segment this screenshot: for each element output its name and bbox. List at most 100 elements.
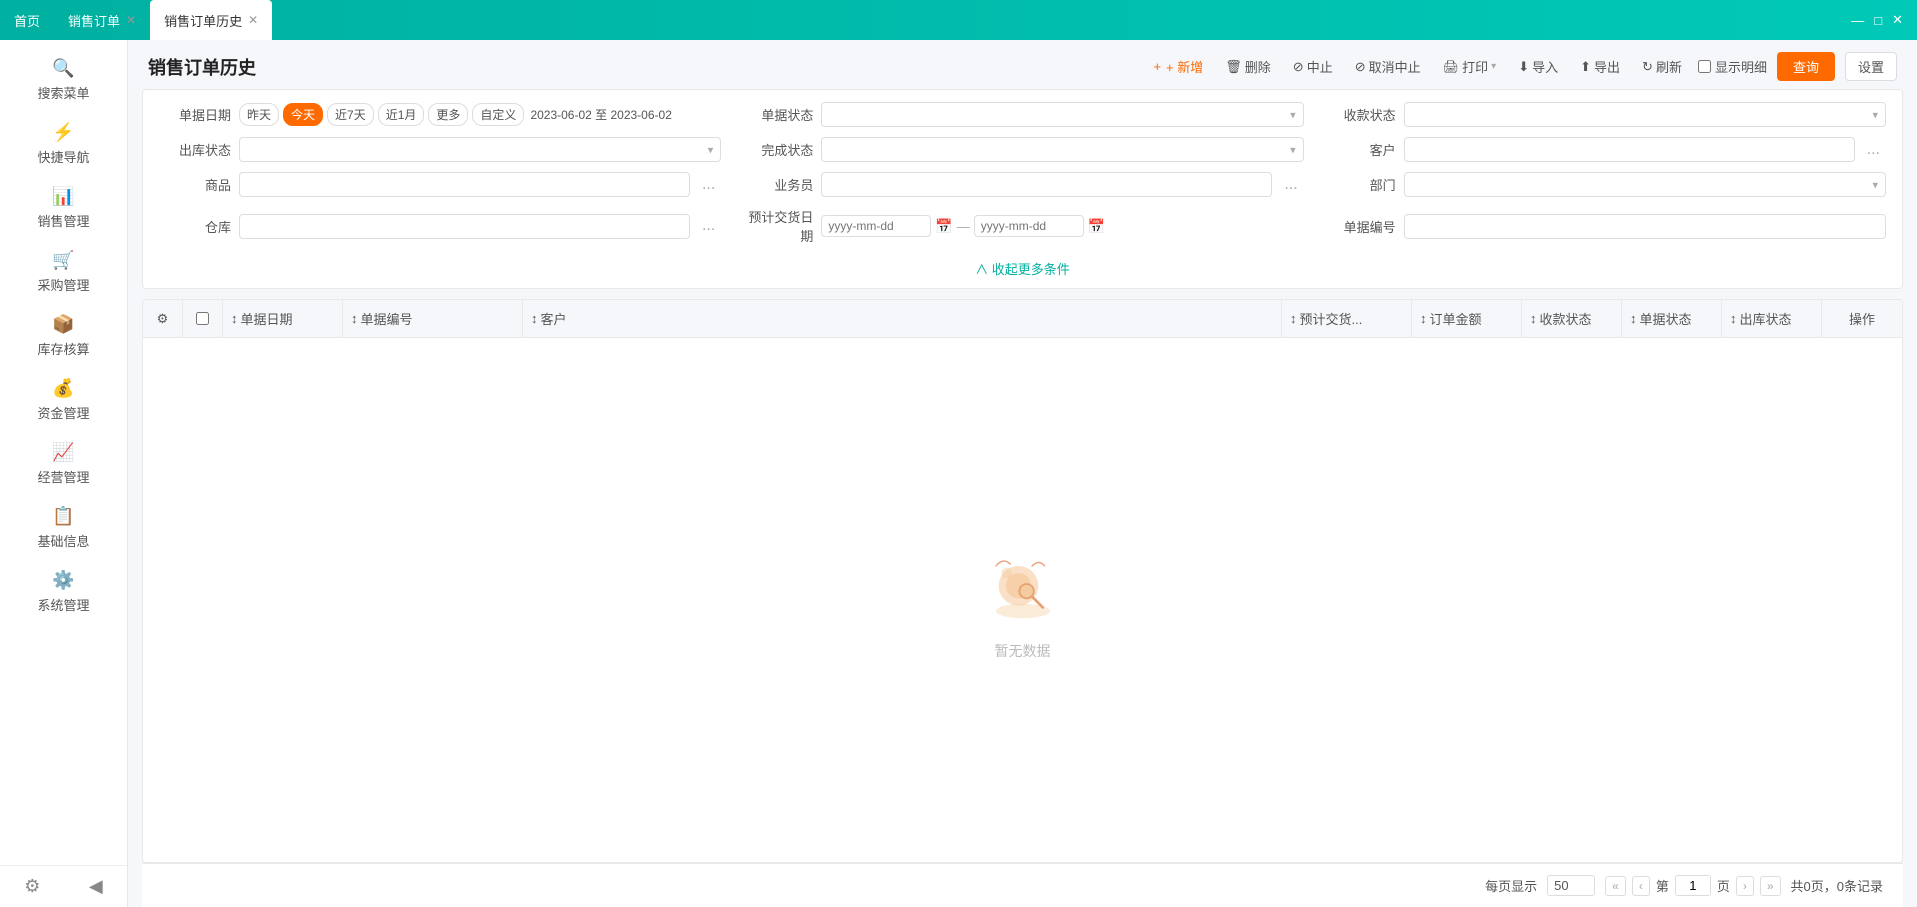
- date-range-buttons: 昨天 今天 近7天 近1月 更多 自定义: [239, 103, 524, 126]
- close-btn[interactable]: ✕: [1892, 12, 1903, 28]
- th-payment-status[interactable]: ↕ 收款状态: [1522, 300, 1622, 337]
- salesperson-input[interactable]: [821, 172, 1272, 197]
- tab-sales-order-close[interactable]: ✕: [126, 13, 136, 27]
- tab-sales-order[interactable]: 销售订单 ✕: [54, 0, 150, 40]
- new-button[interactable]: + + 新增: [1147, 53, 1209, 80]
- sidebar-bottom: ⚙ ◀: [0, 865, 127, 907]
- payment-status-select[interactable]: [1404, 102, 1886, 127]
- out-status-select[interactable]: [239, 137, 721, 162]
- date-range-text: 2023-06-02 至 2023-06-02: [530, 106, 671, 123]
- per-page-select[interactable]: 50 10 20 100: [1547, 875, 1595, 896]
- sidebar-item-search-menu[interactable]: 🔍 搜索菜单: [0, 48, 127, 112]
- goods-input[interactable]: [239, 172, 690, 197]
- sidebar-item-capital-mgmt[interactable]: 💰 资金管理: [0, 368, 127, 432]
- cancel-stop-button[interactable]: ⊘ 取消中止: [1349, 53, 1427, 80]
- salesperson-dots-btn[interactable]: ...: [1278, 176, 1303, 194]
- filter-cell-goods: 商品 ...: [159, 172, 721, 197]
- sidebar-item-basic-info[interactable]: 📋 基础信息: [0, 496, 127, 560]
- content-area: 销售订单历史 + + 新增 🗑 删除 ⊘ 中止 ⊘ 取消中止: [128, 40, 1917, 907]
- filter-cell-customer: 客户 ...: [1324, 137, 1886, 162]
- inventory-icon: 📦: [52, 314, 74, 335]
- expected-from-input[interactable]: [821, 215, 931, 237]
- th-customer[interactable]: ↕ 客户: [523, 300, 1282, 337]
- date-more-btn[interactable]: 更多: [428, 103, 468, 126]
- stop-button[interactable]: ⊘ 中止: [1287, 53, 1339, 80]
- sidebar-item-quick-nav[interactable]: ⚡ 快捷导航: [0, 112, 127, 176]
- next-page-btn[interactable]: ›: [1736, 876, 1754, 896]
- tab-history-close[interactable]: ✕: [248, 13, 258, 27]
- th-check[interactable]: [183, 300, 223, 337]
- date-1month-btn[interactable]: 近1月: [378, 103, 425, 126]
- date-label: 单据日期: [159, 105, 239, 124]
- empty-state: 暂无数据: [978, 539, 1068, 661]
- delete-button[interactable]: 🗑 删除: [1219, 53, 1277, 80]
- refresh-icon: ↻: [1642, 59, 1653, 75]
- last-page-btn[interactable]: »: [1760, 876, 1781, 896]
- th-bill-status[interactable]: ↕ 单据状态: [1622, 300, 1722, 337]
- bill-no-label: 单据编号: [1324, 217, 1404, 236]
- department-select-wrapper: [1404, 172, 1886, 197]
- show-detail-checkbox-label[interactable]: 显示明细: [1698, 57, 1767, 76]
- operation-mgmt-icon: 📈: [52, 442, 74, 463]
- date-yesterday-btn[interactable]: 昨天: [239, 103, 279, 126]
- warehouse-control: ...: [239, 214, 721, 239]
- search-menu-icon: 🔍: [52, 58, 74, 79]
- pager: « ‹ 第 页 › »: [1605, 875, 1780, 896]
- filter-cell-bill-status: 单据状态: [741, 102, 1303, 127]
- main-layout: 🔍 搜索菜单 ⚡ 快捷导航 📊 销售管理 🛒 采购管理 📦 库存核算 💰 资金管…: [0, 40, 1917, 907]
- th-settings[interactable]: ⚙: [143, 300, 183, 337]
- warehouse-label: 仓库: [159, 217, 239, 236]
- th-bill-date[interactable]: ↕ 单据日期: [223, 300, 343, 337]
- sidebar-item-system-mgmt[interactable]: ⚙️ 系统管理: [0, 560, 127, 624]
- minimize-btn[interactable]: —: [1851, 13, 1864, 28]
- sidebar-collapse-icon[interactable]: ◀: [89, 876, 103, 897]
- customer-input[interactable]: [1404, 137, 1855, 162]
- collapse-row[interactable]: ∧ 收起更多条件: [159, 255, 1886, 284]
- th-out-status[interactable]: ↕ 出库状态: [1722, 300, 1822, 337]
- page-input[interactable]: [1675, 875, 1711, 896]
- date-custom-btn[interactable]: 自定义: [472, 103, 524, 126]
- date-today-btn[interactable]: 今天: [283, 103, 323, 126]
- warehouse-input[interactable]: [239, 214, 690, 239]
- department-select[interactable]: [1404, 172, 1886, 197]
- select-all-checkbox[interactable]: [196, 312, 209, 325]
- date-7days-btn[interactable]: 近7天: [327, 103, 374, 126]
- settings-button[interactable]: 设置: [1845, 52, 1897, 81]
- empty-text: 暂无数据: [995, 641, 1051, 661]
- refresh-button[interactable]: ↻ 刷新: [1636, 53, 1688, 80]
- sidebar-item-inventory[interactable]: 📦 库存核算: [0, 304, 127, 368]
- th-expected-delivery[interactable]: ↕ 预计交货...: [1282, 300, 1412, 337]
- bill-status-select[interactable]: [821, 102, 1303, 127]
- sidebar-settings-icon[interactable]: ⚙: [24, 876, 40, 897]
- print-button[interactable]: 🖨 打印 ▾: [1437, 53, 1503, 80]
- print-icon: 🖨: [1443, 59, 1460, 75]
- sidebar-item-sales-mgmt[interactable]: 📊 销售管理: [0, 176, 127, 240]
- table-header: ⚙ ↕ 单据日期 ↕ 单据编号 ↕ 客户 ↕: [143, 300, 1902, 338]
- expected-to-input[interactable]: [974, 215, 1084, 237]
- goods-dots-btn[interactable]: ...: [696, 176, 721, 194]
- complete-status-select[interactable]: [821, 137, 1303, 162]
- customer-dots-btn[interactable]: ...: [1861, 141, 1886, 159]
- expected-from-cal-icon[interactable]: 📅: [935, 218, 952, 235]
- query-button[interactable]: 查询: [1777, 52, 1835, 81]
- tab-sales-order-history[interactable]: 销售订单历史 ✕: [150, 0, 272, 40]
- first-page-btn[interactable]: «: [1605, 876, 1626, 896]
- page-title: 销售订单历史: [148, 54, 1147, 80]
- tab-home[interactable]: 首页: [0, 0, 54, 40]
- toolbar: + + 新增 🗑 删除 ⊘ 中止 ⊘ 取消中止 🖨 打印: [1147, 52, 1897, 81]
- sidebar-item-purchase-mgmt[interactable]: 🛒 采购管理: [0, 240, 127, 304]
- prev-page-btn[interactable]: ‹: [1632, 876, 1650, 896]
- expected-to-cal-icon[interactable]: 📅: [1088, 218, 1105, 235]
- maximize-btn[interactable]: □: [1874, 13, 1882, 28]
- show-detail-checkbox[interactable]: [1698, 60, 1711, 73]
- warehouse-dots-btn[interactable]: ...: [696, 217, 721, 235]
- cancel-stop-icon: ⊘: [1355, 59, 1366, 75]
- export-button[interactable]: ⬆ 导出: [1574, 53, 1626, 80]
- filter-cell-payment-status: 收款状态: [1324, 102, 1886, 127]
- sidebar-item-operation-mgmt[interactable]: 📈 经营管理: [0, 432, 127, 496]
- import-button[interactable]: ⬇ 导入: [1512, 53, 1564, 80]
- th-order-amount[interactable]: ↕ 订单金额: [1412, 300, 1522, 337]
- bill-no-input[interactable]: [1404, 214, 1886, 239]
- department-label: 部门: [1324, 175, 1404, 194]
- th-bill-no[interactable]: ↕ 单据编号: [343, 300, 523, 337]
